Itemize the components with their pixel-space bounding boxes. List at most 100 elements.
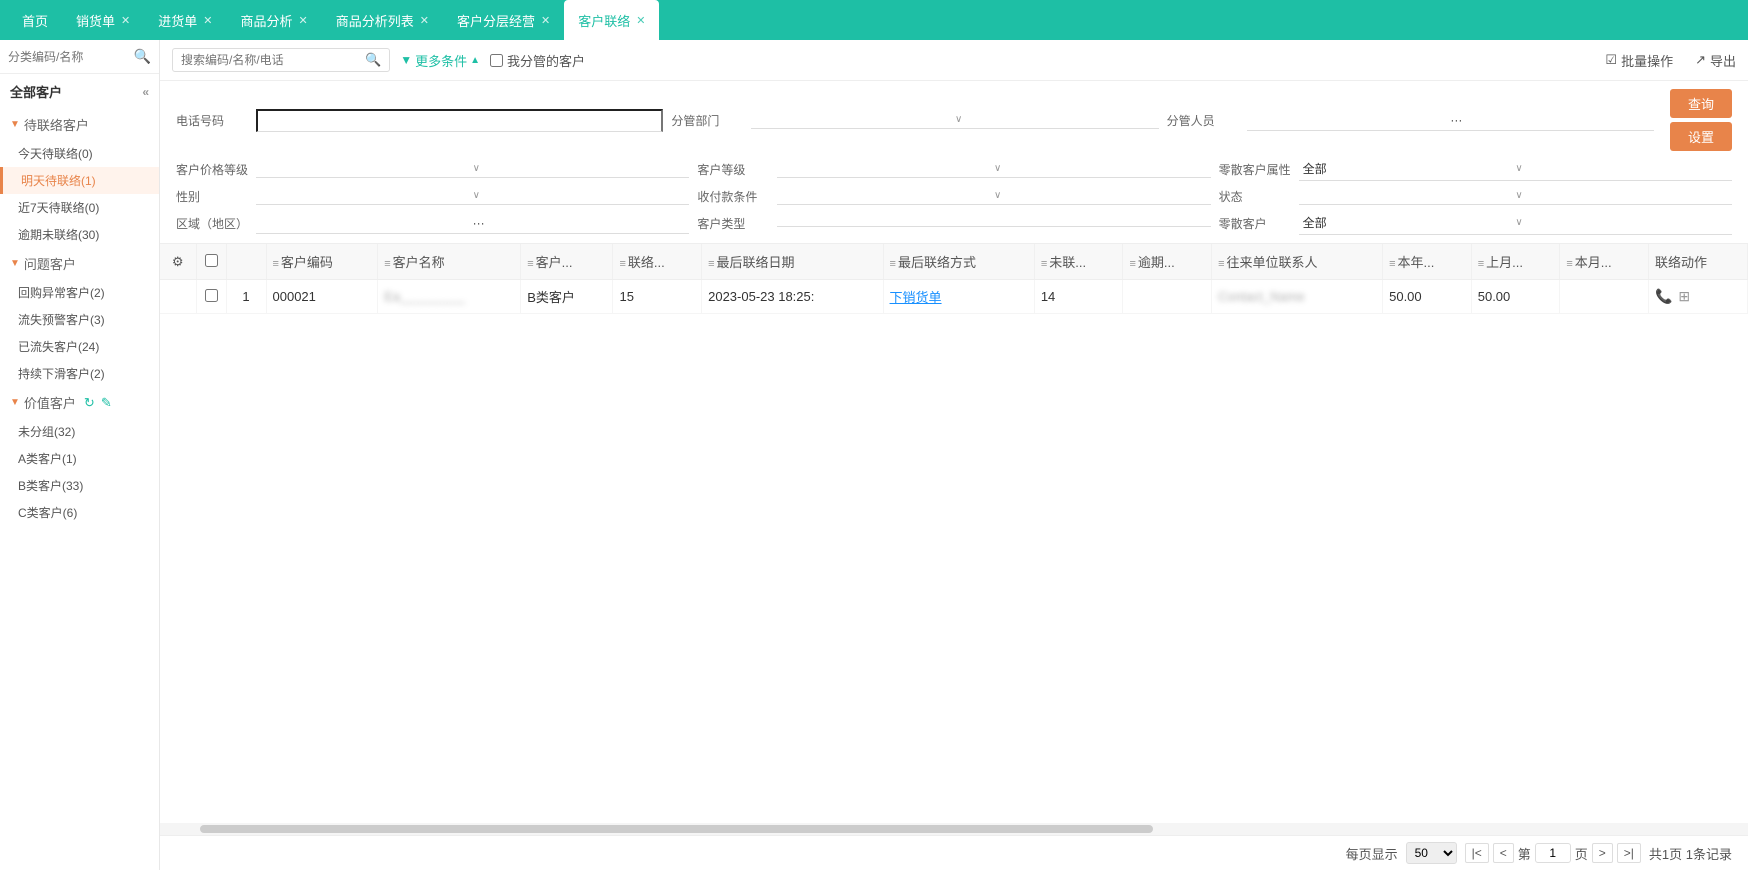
close-icon[interactable]: ✕ [636,14,645,27]
th-actions: 联络动作 [1648,244,1747,280]
th-this-year: ≡本年... [1383,244,1472,280]
sidebar-group-pending: ▼ 待联络客户 [0,109,159,140]
my-customers-filter[interactable]: 我分管的客户 [490,51,585,70]
row-checkbox[interactable] [205,289,218,302]
filter-gender: 性别 ∨ [176,187,689,205]
chevron-down-icon: ∨ [1515,217,1728,228]
row-code: 000021 [266,280,378,314]
per-page-select[interactable]: 50 100 200 [1406,842,1457,864]
call-action-icon[interactable]: 📞 [1655,288,1672,305]
close-icon[interactable]: ✕ [203,14,212,27]
row-overdue [1123,280,1212,314]
th-no-contact: ≡未联... [1034,244,1123,280]
search-input-wrap[interactable]: 🔍 [172,48,390,72]
more-icon[interactable]: ··· [1446,113,1650,127]
filter-action-buttons: 查询 设置 [1670,89,1732,151]
close-icon[interactable]: ✕ [541,14,550,27]
sidebar-item-declining[interactable]: 持续下滑客户(2) [0,360,159,387]
filter-region: 区域（地区） ··· [176,213,689,234]
row-action-buttons: 📞 ⊞ [1655,288,1741,305]
retail-attr-select[interactable]: 全部 ∨ [1299,157,1732,181]
grid-action-icon[interactable]: ⊞ [1678,288,1690,305]
sidebar-item-ungrouped[interactable]: 未分组(32) [0,418,159,445]
sidebar-search-bar[interactable]: 🔍 [0,40,159,74]
sidebar-item-repurchase-abnormal[interactable]: 回购异常客户(2) [0,279,159,306]
horizontal-scrollbar[interactable] [160,823,1748,835]
th-check[interactable] [196,244,226,280]
sidebar-item-7days[interactable]: 近7天待联络(0) [0,194,159,221]
nav-tab-analysis-list[interactable]: 商品分析列表 ✕ [322,0,443,40]
my-customers-checkbox[interactable] [490,54,503,67]
customer-level-select[interactable]: ∨ [777,160,1210,178]
more-icon[interactable]: ··· [469,216,686,230]
close-icon[interactable]: ✕ [299,14,308,27]
select-all-checkbox[interactable] [205,254,218,267]
sidebar-item-churn-warning[interactable]: 流失预警客户(3) [0,306,159,333]
next-page-button[interactable]: > [1592,843,1613,863]
customer-table: ⚙ ≡客户编码 ≡客户名称 ≡客户... ≡联络... ≡最后联络日期 ≡最后联… [160,244,1748,314]
main-layout: 🔍 全部客户 « ▼ 待联络客户 今天待联络(0) 明天待联络(1) 近7天待联… [0,40,1748,870]
sidebar-all-customers[interactable]: 全部客户 « [0,74,159,109]
table-row: 1 000021 Ea_________ B类客户 15 2023-05-23 … [160,280,1748,314]
sidebar-item-tomorrow[interactable]: 明天待联络(1) [0,167,159,194]
customer-type-select[interactable] [777,220,1210,227]
sidebar-item-churned[interactable]: 已流失客户(24) [0,333,159,360]
export-button[interactable]: ↗ 导出 [1695,51,1736,70]
row-checkbox-cell[interactable] [196,280,226,314]
nav-tab-purchase[interactable]: 进货单 ✕ [144,0,226,40]
payment-select[interactable]: ∨ [777,187,1210,205]
chevron-down-icon: ∨ [473,163,686,174]
nav-tab-sales[interactable]: 销货单 ✕ [62,0,144,40]
th-contact-person: ≡往来单位联系人 [1212,244,1383,280]
edit-icon[interactable]: ✎ [101,395,112,411]
setting-button[interactable]: 设置 [1670,122,1732,151]
th-settings[interactable]: ⚙ [160,244,196,280]
nav-tab-customer-tier[interactable]: 客户分层经营 ✕ [443,0,564,40]
phone-input[interactable] [256,109,663,132]
manager-select[interactable]: ··· [1247,110,1654,131]
page-input[interactable] [1535,843,1571,863]
row-this-year: 50.00 [1383,280,1472,314]
chevron-down-icon: ∨ [994,163,1207,174]
first-page-button[interactable]: |< [1465,843,1489,863]
dept-select[interactable]: ∨ [751,111,1158,129]
nav-home[interactable]: 首页 [8,11,62,30]
sidebar-item-class-c[interactable]: C类客户(6) [0,499,159,526]
triangle-icon: ▼ [10,258,20,269]
batch-action-button[interactable]: ☑ 批量操作 [1605,51,1673,70]
scrollbar-thumb[interactable] [200,825,1153,833]
query-button[interactable]: 查询 [1670,89,1732,118]
th-this-month: ≡本月... [1560,244,1649,280]
prev-page-button[interactable]: < [1493,843,1514,863]
search-input[interactable] [181,53,361,67]
sidebar-item-today[interactable]: 今天待联络(0) [0,140,159,167]
per-page-label: 每页显示 [1346,844,1398,863]
more-filter-button[interactable]: ▼ 更多条件 ▲ [400,51,480,70]
retail-customer-select[interactable]: 全部 ∨ [1299,211,1732,235]
sidebar-group-value: ▼ 价值客户 ↻ ✎ [0,387,159,418]
sidebar-search-input[interactable] [8,50,134,64]
th-contacts: ≡联络... [613,244,702,280]
nav-tab-analysis[interactable]: 商品分析 ✕ [226,0,321,40]
sidebar-item-class-a[interactable]: A类客户(1) [0,445,159,472]
last-page-button[interactable]: >| [1617,843,1641,863]
gender-select[interactable]: ∨ [256,187,689,205]
close-icon[interactable]: ✕ [420,14,429,27]
row-last-contact-method[interactable]: 下销货单 [883,280,1034,314]
refresh-icon[interactable]: ↻ [84,395,95,411]
row-last-month: 50.00 [1471,280,1560,314]
th-last-month: ≡上月... [1471,244,1560,280]
search-icon[interactable]: 🔍 [365,52,381,68]
region-select[interactable]: ··· [256,213,689,234]
sidebar-item-class-b[interactable]: B类客户(33) [0,472,159,499]
price-level-select[interactable]: ∨ [256,160,689,178]
export-icon: ↗ [1695,52,1706,68]
filter-manager: 分管人员 ··· [1167,110,1654,131]
th-last-contact-date: ≡最后联络日期 [702,244,883,280]
sidebar-item-overdue[interactable]: 逾期未联络(30) [0,221,159,248]
search-icon[interactable]: 🔍 [134,48,151,65]
nav-tab-customer-contact[interactable]: 客户联络 ✕ [564,0,659,40]
data-table-container: ⚙ ≡客户编码 ≡客户名称 ≡客户... ≡联络... ≡最后联络日期 ≡最后联… [160,244,1748,823]
status-select[interactable]: ∨ [1299,187,1732,205]
close-icon[interactable]: ✕ [121,14,130,27]
